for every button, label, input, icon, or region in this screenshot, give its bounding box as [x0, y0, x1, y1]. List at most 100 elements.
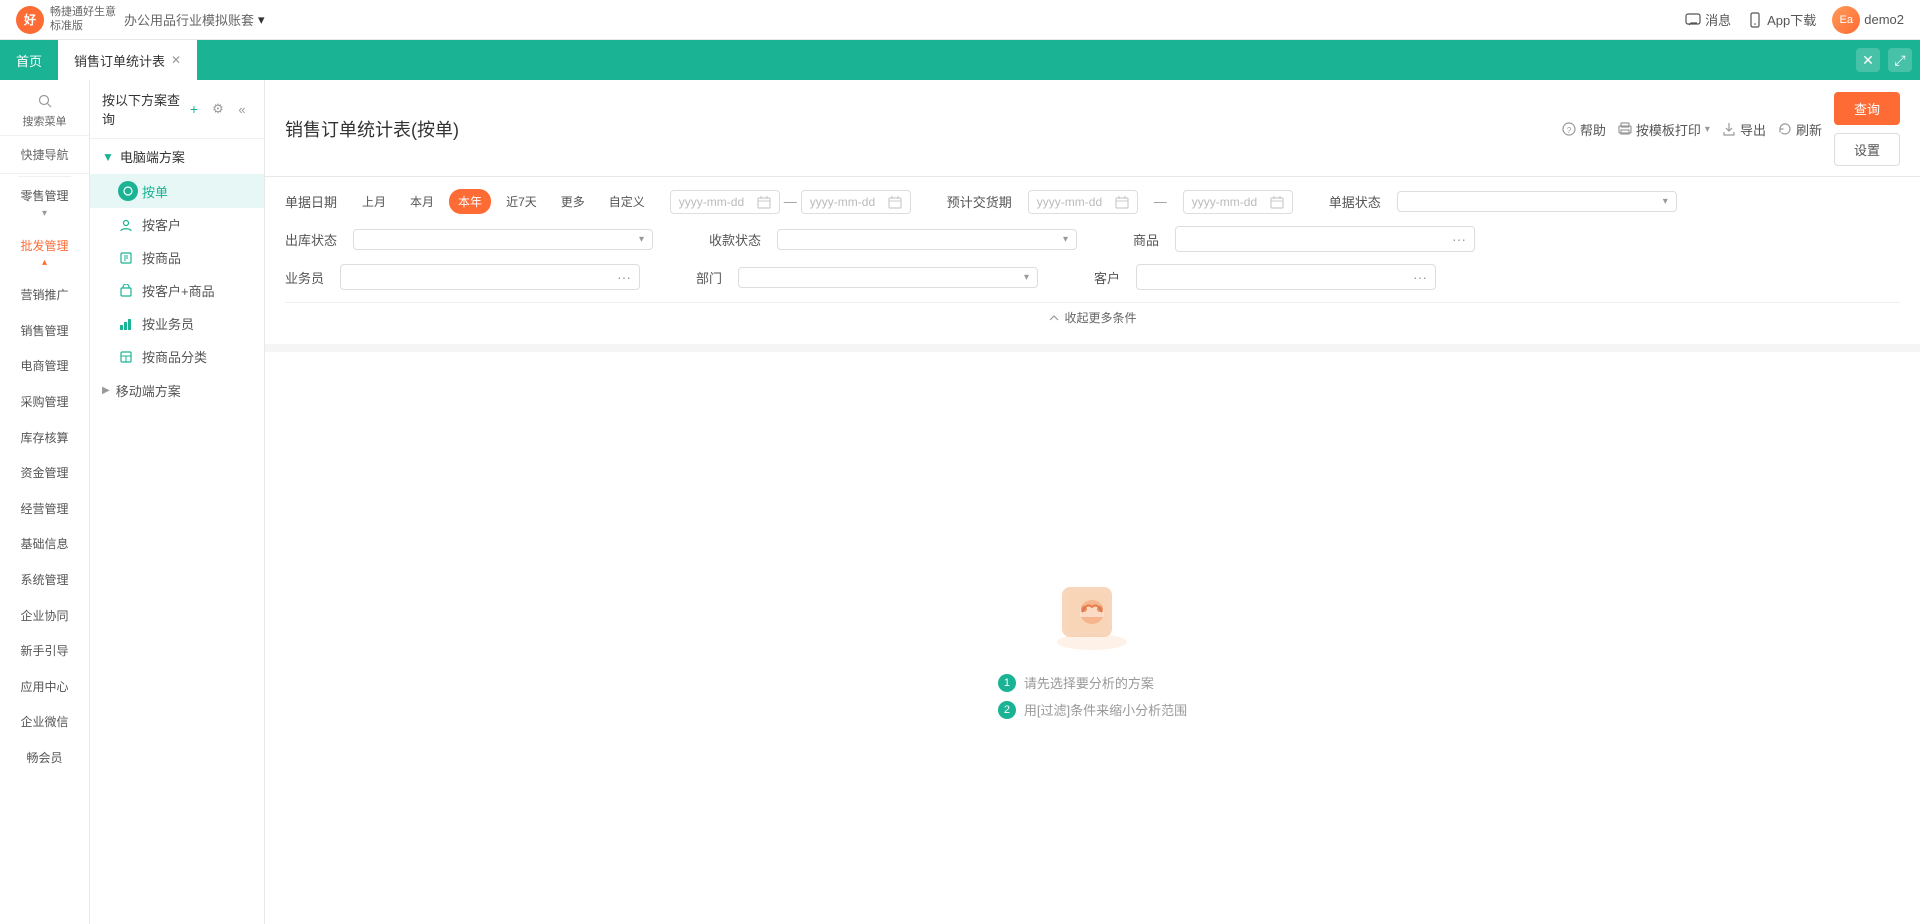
help-btn[interactable]: ? 帮助: [1562, 120, 1606, 139]
sidebar-item-operations[interactable]: 经营管理: [0, 492, 89, 528]
sidebar-item-newuser[interactable]: 新手引导: [0, 634, 89, 670]
by-order-active-icon: [118, 181, 138, 201]
query-settings-group: 查询 设置: [1834, 92, 1900, 166]
tip-num-2: 2: [998, 701, 1016, 719]
scheme-item-by-product[interactable]: 按商品: [90, 241, 264, 274]
delivery-date-to-input[interactable]: yyyy-mm-dd: [1183, 190, 1293, 214]
date-btn-this-month[interactable]: 本月: [401, 189, 443, 214]
right-panel: 销售订单统计表(按单) ? 帮助 按模板打印 ▾: [265, 80, 1920, 924]
add-scheme-btn[interactable]: +: [184, 99, 204, 119]
by-category-icon: [118, 349, 134, 365]
tab-sales-stats[interactable]: 销售订单统计表 ✕: [58, 40, 197, 80]
scheme-item-by-category[interactable]: 按商品分类: [90, 340, 264, 373]
delivery-date-from-input[interactable]: yyyy-mm-dd: [1028, 190, 1138, 214]
scheme-item-by-order[interactable]: 按单: [90, 174, 264, 208]
dept-select[interactable]: ▾: [738, 267, 1038, 288]
date-input-group: yyyy-mm-dd — yyyy-mm-dd: [670, 190, 911, 214]
date-btn-7-days[interactable]: 近7天: [497, 189, 546, 214]
scheme-item-by-customer-product[interactable]: 按客户+商品: [90, 274, 264, 307]
search-menu-btn[interactable]: 搜索菜单: [8, 94, 81, 129]
scheme-label-by-category: 按商品分类: [142, 347, 207, 366]
pc-group-header[interactable]: ▼ 电脑端方案: [90, 139, 264, 174]
sidebar-item-corp[interactable]: 企业协同: [0, 599, 89, 635]
sidebar-item-inventory[interactable]: 库存核算: [0, 421, 89, 457]
sidebar-item-ecommerce[interactable]: 电商管理: [0, 349, 89, 385]
query-btn[interactable]: 查询: [1834, 92, 1900, 125]
tab-close-icon[interactable]: ✕: [171, 53, 181, 67]
sidebar-item-purchase[interactable]: 采购管理: [0, 385, 89, 421]
settings-scheme-btn[interactable]: ⚙: [208, 99, 228, 119]
mobile-icon: [1747, 12, 1763, 28]
collapse-btn[interactable]: 收起更多条件: [285, 302, 1900, 332]
mobile-group-label: 移动端方案: [116, 381, 181, 400]
salesman-input[interactable]: ···: [340, 264, 640, 290]
app-download-btn[interactable]: App下载: [1747, 10, 1816, 29]
app-selector[interactable]: 办公用品行业模拟账套 ▾: [124, 10, 265, 29]
customer-dots[interactable]: ···: [1413, 269, 1427, 285]
receipt-status-select[interactable]: ▾: [777, 229, 1077, 250]
sidebar-item-member[interactable]: 畅会员: [0, 741, 89, 777]
sidebar-item-wholesale[interactable]: 批发管理 ▴: [0, 229, 89, 279]
content-area: 按以下方案查询 + ⚙ « ▼ 电脑端方案 按单: [90, 80, 1920, 924]
sidebar-item-finance[interactable]: 资金管理: [0, 456, 89, 492]
main-layout: 搜索菜单 快捷导航 零售管理 ▾ 批发管理 ▴ 营销推广 销售管理 电商管理 采…: [0, 80, 1920, 924]
sidebar-item-corpwx[interactable]: 企业微信: [0, 705, 89, 741]
scheme-item-by-salesman[interactable]: 按业务员: [90, 307, 264, 340]
date-from-input[interactable]: yyyy-mm-dd: [670, 190, 780, 214]
print-btn[interactable]: 按模板打印 ▾: [1618, 120, 1710, 139]
user-area[interactable]: Ea demo2: [1832, 6, 1904, 34]
pc-group-chevron-icon: ▼: [102, 150, 114, 164]
pc-scheme-group: ▼ 电脑端方案 按单 按客户: [90, 139, 264, 373]
date-to-input[interactable]: yyyy-mm-dd: [801, 190, 911, 214]
svg-text:?: ?: [1567, 126, 1572, 135]
sidebar-quick-nav[interactable]: 快捷导航: [0, 136, 89, 174]
sidebar-search-area[interactable]: 搜索菜单: [0, 88, 89, 136]
sidebar-item-apps[interactable]: 应用中心: [0, 670, 89, 706]
export-btn[interactable]: 导出: [1722, 120, 1766, 139]
mobile-group-header[interactable]: ▶ 移动端方案: [90, 373, 264, 408]
sidebar-item-retail[interactable]: 零售管理 ▾: [0, 179, 89, 229]
filter-row-2: 出库状态 ▾ 收款状态 ▾ 商品 ···: [285, 226, 1900, 252]
empty-tip-1: 1 请先选择要分析的方案: [998, 673, 1187, 692]
date-btn-more[interactable]: 更多: [552, 189, 594, 214]
ship-status-chevron-icon: ▾: [639, 234, 644, 245]
tab-maximize-btn[interactable]: ⤢: [1888, 48, 1912, 72]
customer-input[interactable]: ···: [1136, 264, 1436, 290]
collapse-panel-btn[interactable]: «: [232, 99, 252, 119]
by-product-icon: [118, 250, 134, 266]
scheme-label-by-customer-product: 按客户+商品: [142, 281, 215, 300]
calendar-from-icon: [757, 195, 771, 209]
empty-tip-2: 2 用[过滤]条件来缩小分析范围: [998, 700, 1187, 719]
receipt-status-chevron-icon: ▾: [1063, 234, 1068, 245]
by-customer-product-icon: [118, 283, 134, 299]
tab-home[interactable]: 首页: [0, 40, 58, 80]
left-panel: 按以下方案查询 + ⚙ « ▼ 电脑端方案 按单: [90, 80, 265, 924]
left-panel-header: 按以下方案查询 + ⚙ «: [90, 80, 264, 139]
date-separator: —: [784, 194, 797, 209]
tab-close-window-btn[interactable]: ✕: [1856, 48, 1880, 72]
scheme-label-by-product: 按商品: [142, 248, 181, 267]
product-dots[interactable]: ···: [1452, 231, 1466, 247]
settings-btn[interactable]: 设置: [1834, 133, 1900, 166]
product-label: 商品: [1133, 230, 1159, 249]
dept-label: 部门: [696, 268, 722, 287]
doc-status-chevron-icon: ▾: [1663, 196, 1668, 207]
date-btn-custom[interactable]: 自定义: [600, 189, 654, 214]
collapse-icon: [1048, 312, 1060, 324]
scheme-item-by-customer[interactable]: 按客户: [90, 208, 264, 241]
salesman-dots[interactable]: ···: [617, 269, 631, 285]
product-input[interactable]: ···: [1175, 226, 1475, 252]
delivery-date-label: 预计交货期: [947, 192, 1012, 211]
date-btn-this-year[interactable]: 本年: [449, 189, 491, 214]
pc-group-label: 电脑端方案: [120, 147, 185, 166]
ship-status-select[interactable]: ▾: [353, 229, 653, 250]
sidebar-item-basic[interactable]: 基础信息: [0, 527, 89, 563]
doc-status-select[interactable]: ▾: [1397, 191, 1677, 212]
sidebar-item-marketing[interactable]: 营销推广: [0, 278, 89, 314]
message-btn[interactable]: 消息: [1685, 10, 1731, 29]
print-chevron-icon: ▾: [1705, 124, 1710, 135]
sidebar-item-system[interactable]: 系统管理: [0, 563, 89, 599]
refresh-btn[interactable]: 刷新: [1778, 120, 1822, 139]
sidebar-item-sales[interactable]: 销售管理: [0, 314, 89, 350]
date-btn-last-month[interactable]: 上月: [353, 189, 395, 214]
